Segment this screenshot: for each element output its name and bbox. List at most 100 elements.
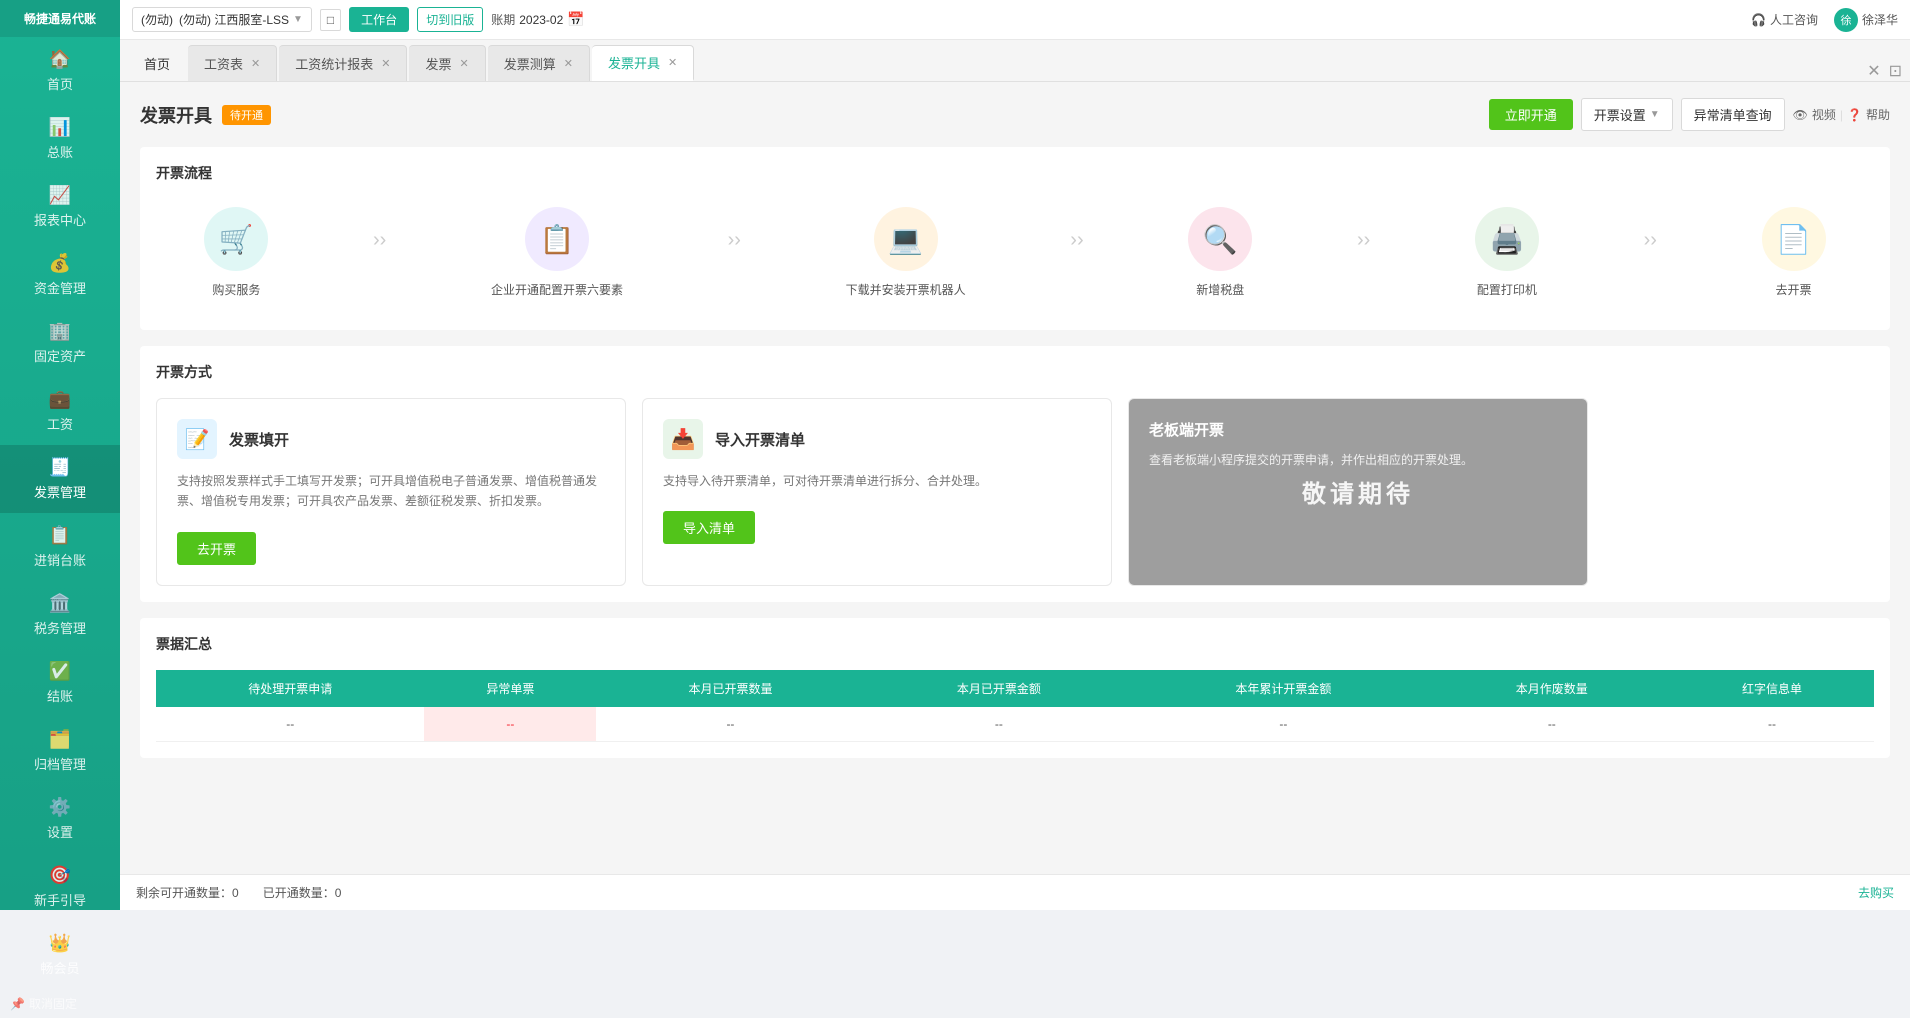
sidebar-bottom: 🎯 新手引导 👑 畅会员 📌 取消固定 [0,853,120,1018]
tab-invoice-calc[interactable]: 发票测算 ✕ [488,45,590,81]
flow-step-3-label: 下载并安装开票机器人 [846,281,966,298]
page-actions: 立即开通 开票设置 ▼ 异常清单查询 👁 视频 | ❓ 帮助 [1489,98,1890,131]
tab-home[interactable]: 首页 [128,45,186,81]
summary-table-header-row: 待处理开票申请 异常单票 本月已开票数量 本月已开票金额 本年累计开票金额 本月… [156,670,1874,707]
abnormal-query-button[interactable]: 异常清单查询 [1681,98,1785,131]
manual-invoice-card: 📝 发票填开 支持按照发票样式手工填写开发票；可开具增值税电子普通发票、增值税普… [156,398,626,586]
status-bar: 剩余可开通数量：0 已开通数量：0 去购买 [120,874,1910,910]
flow-step-3: 💻 下载并安装开票机器人 [846,207,966,298]
sidebar: 畅捷通易代账 🏠 首页 📊 总账 📈 报表中心 💰 资金管理 🏢 固定资产 💼 … [0,0,120,910]
flow-step-5: 🖨️ 配置打印机 [1475,207,1539,298]
tab-invoice-close[interactable]: ✕ [460,57,469,70]
payroll-icon: 💼 [49,389,71,410]
close-all-icon[interactable]: ✕ [1867,61,1880,81]
company-selector[interactable]: (勿动) (勿动) 江西服室-LSS ▼ [132,7,312,32]
sidebar-item-assets[interactable]: 🏢 固定资产 [0,309,120,377]
flow-steps: 🛒 购买服务 ›› 📋 企业开通配置开票六要素 ›› 💻 下载并安装 [156,199,1874,314]
sidebar-item-payroll[interactable]: 💼 工资 [0,377,120,445]
flow-section: 开票流程 🛒 购买服务 ›› 📋 企业开通配置开票六要素 ›› [140,147,1890,330]
support-button[interactable]: 🎧 人工咨询 [1751,11,1818,28]
user-menu[interactable]: 徐 徐泽华 [1834,8,1898,32]
sidebar-item-home[interactable]: 🏠 首页 [0,37,120,105]
summary-col-year-amount: 本年累计开票金额 [1133,670,1434,707]
import-list-button[interactable]: 导入清单 [663,511,755,544]
summary-val-month-count: -- [596,707,864,742]
summary-col-month-amount: 本月已开票金额 [865,670,1133,707]
flow-step-2: 📋 企业开通配置开票六要素 [491,207,623,298]
flow-arrow-4: ›› [1357,229,1370,252]
summary-val-abnormal: -- [424,707,596,742]
open-settings-button[interactable]: 开票设置 ▼ [1581,98,1673,131]
switch-version-button[interactable]: 切到旧版 [417,7,483,32]
home-icon: 🏠 [49,49,71,70]
summary-section: 票据汇总 待处理开票申请 异常单票 本月已开票数量 本月已开票金额 本年累计开票… [140,618,1890,758]
status-badge: 待开通 [222,105,271,125]
manual-invoice-icon: 📝 [185,427,210,452]
manual-card-header: 📝 发票填开 [177,419,605,459]
tabbar-actions: ✕ ⊡ [1859,61,1910,81]
tab-invoice-issue-close[interactable]: ✕ [668,56,677,69]
sidebar-item-purchase[interactable]: 📋 进销台账 [0,513,120,581]
import-card-desc: 支持导入待开票清单，可对待开票清单进行拆分、合并处理。 [663,471,1091,491]
sidebar-item-invoice[interactable]: 🧾 发票管理 [0,445,120,513]
tab-payroll-report[interactable]: 工资统计报表 ✕ [279,45,407,81]
tab-payroll-report-close[interactable]: ✕ [381,57,390,70]
status-bar-left: 剩余可开通数量：0 已开通数量：0 [136,884,341,901]
sidebar-item-guide[interactable]: 🎯 新手引导 [0,853,120,921]
settings-dropdown-arrow: ▼ [1650,109,1660,120]
manual-card-desc: 支持按照发票样式手工填写开发票；可开具增值税电子普通发票、增值税普通发票、增值税… [177,471,605,512]
sidebar-item-funds[interactable]: 💰 资金管理 [0,241,120,309]
buy-link[interactable]: 去购买 [1858,884,1894,901]
summary-col-red-note: 红字信息单 [1670,670,1874,707]
tab-payroll[interactable]: 工资表 ✕ [188,45,277,81]
sidebar-item-vip[interactable]: 👑 畅会员 [0,921,120,989]
purchase-icon: 📋 [49,525,71,546]
summary-col-pending: 待处理开票申请 [156,670,424,707]
immediate-open-button[interactable]: 立即开通 [1489,99,1573,130]
flow-arrow-1: ›› [373,229,386,252]
flow-step-2-label: 企业开通配置开票六要素 [491,281,623,298]
manual-card-icon: 📝 [177,419,217,459]
import-card-title: 导入开票清单 [715,429,805,450]
go-issue-button[interactable]: 去开票 [177,532,256,565]
tax-disk-icon: 🔍 [1203,223,1238,256]
summary-val-month-amount: -- [865,707,1133,742]
summary-col-month-count: 本月已开票数量 [596,670,864,707]
avatar: 徐 [1834,8,1858,32]
eye-icon: 👁 [1793,108,1808,122]
flow-step-4: 🔍 新增税盘 [1188,207,1252,298]
sidebar-item-close[interactable]: ✅ 结账 [0,649,120,717]
flow-step-6-label: 去开票 [1776,281,1812,298]
unpin-button[interactable]: 📌 取消固定 [0,989,120,1018]
tab-payroll-close[interactable]: ✕ [251,57,260,70]
summary-col-void-count: 本月作废数量 [1434,670,1670,707]
calendar-icon[interactable]: 📅 [567,11,584,28]
flow-step-1-circle: 🛒 [204,207,268,271]
sidebar-item-reports[interactable]: 📈 报表中心 [0,173,120,241]
sidebar-item-tax[interactable]: 🏛️ 税务管理 [0,581,120,649]
import-invoice-card: 📥 导入开票清单 支持导入待开票清单，可对待开票清单进行拆分、合并处理。 导入清… [642,398,1112,586]
tab-invoice-calc-close[interactable]: ✕ [564,57,573,70]
tab-invoice[interactable]: 发票 ✕ [409,45,485,81]
summary-val-red-note: -- [1670,707,1874,742]
summary-section-title: 票据汇总 [156,634,1874,654]
copy-button[interactable]: □ [320,9,341,31]
workbench-button[interactable]: 工作台 [349,7,409,32]
sidebar-item-ledger[interactable]: 📊 总账 [0,105,120,173]
close-accounts-icon: ✅ [49,661,71,682]
archive-icon: 🗂️ [49,729,71,750]
flow-step-1-label: 购买服务 [212,281,260,298]
flow-arrow-2: ›› [728,229,741,252]
page-title: 发票开具 [140,102,212,128]
import-card-header: 📥 导入开票清单 [663,419,1091,459]
restore-icon[interactable]: ⊡ [1889,61,1902,81]
company-dropdown-arrow: ▼ [293,14,303,25]
tab-invoice-issue[interactable]: 发票开具 ✕ [592,45,694,81]
old-platform-card: 老板端开票 查看老板端小程序提交的开票申请，并作出相应的开票处理。 敬请期待 [1128,398,1588,586]
summary-table-row: -- -- -- -- -- -- -- [156,707,1874,742]
sidebar-item-archive[interactable]: 🗂️ 归档管理 [0,717,120,785]
topbar-left: (勿动) (勿动) 江西服室-LSS ▼ □ 工作台 切到旧版 账期 2023-… [132,7,585,32]
sidebar-item-settings[interactable]: ⚙️ 设置 [0,785,120,853]
buy-service-icon: 🛒 [219,223,254,256]
old-card-overlay: 敬请期待 [1129,399,1587,585]
